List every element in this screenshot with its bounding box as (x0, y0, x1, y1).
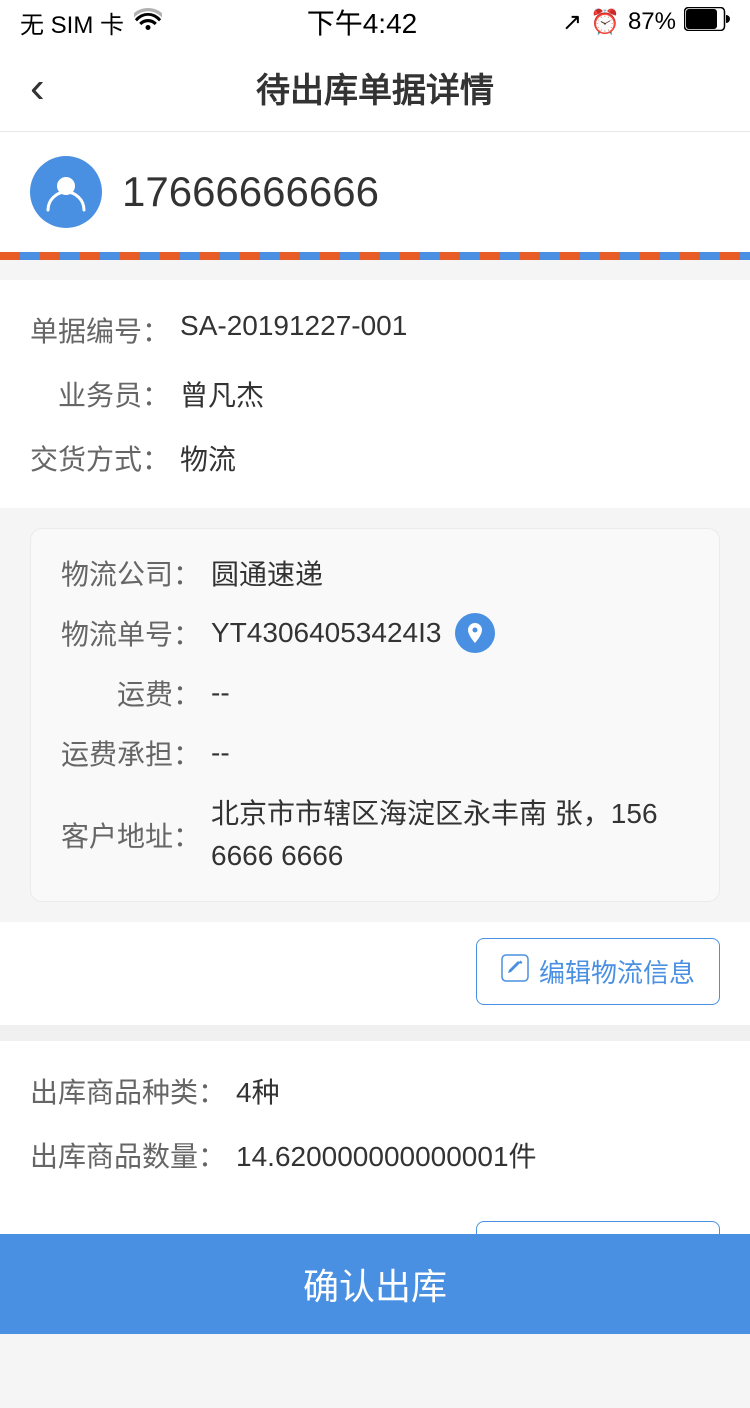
confirm-label: 确认出库 (303, 1258, 447, 1310)
salesperson-value: 曾凡杰 (180, 374, 720, 414)
document-no-row: 单据编号： SA-20191227-001 (30, 310, 720, 350)
back-button[interactable]: ‹ (30, 63, 45, 113)
logistics-freight-bear-label: 运费承担： (61, 733, 201, 773)
logistics-freight-bear-row: 运费承担： -- (61, 733, 689, 773)
status-bar-time: 下午4:42 (307, 2, 418, 42)
customer-header: 17666666666 (0, 132, 750, 252)
edit-icon (501, 954, 529, 989)
logistics-tracking-value-container: YT43064053424I3 (211, 613, 689, 653)
logistics-address-value: 北京市市辖区海淀区永丰南 张，156 6666 6666 (211, 793, 689, 877)
goods-quantity-value: 14.620000000000001件 (236, 1135, 720, 1175)
goods-type-label: 出库商品种类： (30, 1071, 226, 1111)
delivery-value: 物流 (180, 438, 720, 478)
customer-phone: 17666666666 (122, 168, 379, 216)
status-bar-left: 无 SIM 卡 (20, 5, 162, 40)
document-no-value: SA-20191227-001 (180, 310, 720, 342)
status-bar-right: ↗ ⏰ 87% (562, 7, 730, 38)
salesperson-row: 业务员： 曾凡杰 (30, 374, 720, 414)
edit-logistics-button[interactable]: 编辑物流信息 (476, 938, 720, 1005)
battery-icon (684, 7, 730, 38)
delivery-row: 交货方式： 物流 (30, 438, 720, 478)
section-divider (0, 1025, 750, 1041)
goods-type-value: 4种 (236, 1071, 720, 1111)
logistics-tracking-label: 物流单号： (61, 613, 201, 653)
page-title: 待出库单据详情 (256, 63, 494, 112)
status-bar: 无 SIM 卡 下午4:42 ↗ ⏰ 87% (0, 0, 750, 44)
nav-bar: ‹ 待出库单据详情 (0, 44, 750, 132)
logistics-company-label: 物流公司： (61, 553, 201, 593)
edit-btn-row: 编辑物流信息 (0, 922, 750, 1025)
edit-logistics-label: 编辑物流信息 (539, 953, 695, 990)
back-icon: ‹ (30, 63, 45, 112)
battery-label: 87% (628, 8, 676, 36)
logistics-tracking-row: 物流单号： YT43064053424I3 (61, 613, 689, 653)
salesperson-label: 业务员： (30, 374, 170, 414)
logistics-freight-value: -- (211, 677, 689, 709)
logistics-company-value: 圆通速递 (211, 553, 689, 593)
delivery-label: 交货方式： (30, 438, 170, 478)
logistics-card: 物流公司： 圆通速递 物流单号： YT43064053424I3 运费： -- … (30, 528, 720, 902)
logistics-freight-bear-value: -- (211, 737, 689, 769)
location-pin-icon[interactable] (455, 613, 495, 653)
avatar (30, 156, 102, 228)
logistics-tracking-value: YT43064053424I3 (211, 617, 441, 649)
document-no-label: 单据编号： (30, 310, 170, 350)
logistics-freight-row: 运费： -- (61, 673, 689, 713)
dashed-separator (0, 252, 750, 260)
wifi-icon (134, 8, 162, 37)
logistics-address-row: 客户地址： 北京市市辖区海淀区永丰南 张，156 6666 6666 (61, 793, 689, 877)
basic-info-section: 单据编号： SA-20191227-001 业务员： 曾凡杰 交货方式： 物流 (0, 280, 750, 508)
logistics-freight-label: 运费： (61, 673, 201, 713)
goods-quantity-row: 出库商品数量： 14.620000000000001件 (30, 1135, 720, 1175)
goods-section: 出库商品种类： 4种 出库商品数量： 14.620000000000001件 (0, 1041, 750, 1205)
goods-type-row: 出库商品种类： 4种 (30, 1071, 720, 1111)
logistics-address-label: 客户地址： (61, 815, 201, 855)
goods-quantity-label: 出库商品数量： (30, 1135, 226, 1175)
alarm-icon: ⏰ (590, 8, 620, 37)
carrier-label: 无 SIM 卡 (20, 5, 124, 40)
logistics-company-row: 物流公司： 圆通速递 (61, 553, 689, 593)
location-icon: ↗ (562, 8, 582, 37)
confirm-button[interactable]: 确认出库 (0, 1234, 750, 1334)
